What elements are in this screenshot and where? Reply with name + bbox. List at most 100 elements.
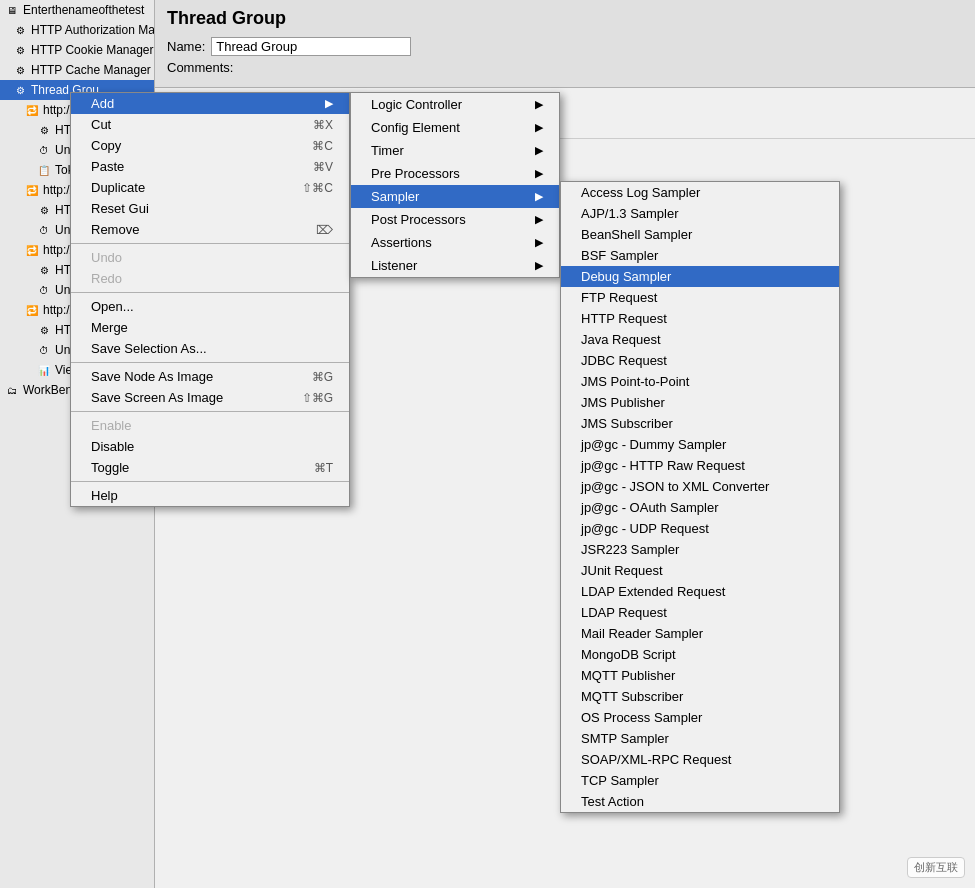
tree-icon: ⚙ (12, 22, 28, 38)
context-menu-item[interactable]: Reset Gui (71, 198, 349, 219)
submenu-item[interactable]: Assertions▶ (351, 231, 559, 254)
tree-icon: 🔁 (24, 242, 40, 258)
context-menu-item[interactable]: Paste⌘V (71, 156, 349, 177)
context-menu-item: Undo (71, 247, 349, 268)
name-input[interactable] (211, 37, 411, 56)
sampler-item[interactable]: MongoDB Script (561, 644, 839, 665)
context-menu-item[interactable]: Toggle⌘T (71, 457, 349, 478)
tree-item[interactable]: ⚙HTTP Cookie Manager (0, 40, 154, 60)
sampler-item[interactable]: BeanShell Sampler (561, 224, 839, 245)
context-menu-item[interactable]: Save Node As Image⌘G (71, 366, 349, 387)
shortcut: ⌘C (312, 139, 333, 153)
sampler-item[interactable]: MQTT Subscriber (561, 686, 839, 707)
sampler-item[interactable]: JUnit Request (561, 560, 839, 581)
sampler-item[interactable]: FTP Request (561, 287, 839, 308)
context-menu-item[interactable]: Open... (71, 296, 349, 317)
submenu-item[interactable]: Timer▶ (351, 139, 559, 162)
panel-header: Thread Group Name: Comments: (155, 0, 975, 88)
sampler-item[interactable]: Java Request (561, 329, 839, 350)
sampler-item[interactable]: MQTT Publisher (561, 665, 839, 686)
context-menu-item[interactable]: Add▶ (71, 93, 349, 114)
sampler-item[interactable]: JMS Subscriber (561, 413, 839, 434)
sampler-item[interactable]: jp@gc - JSON to XML Converter (561, 476, 839, 497)
menu-item-label: Copy (91, 138, 121, 153)
tree-icon: 📋 (36, 162, 52, 178)
submenu-item[interactable]: Listener▶ (351, 254, 559, 277)
menu-item-label: Toggle (91, 460, 129, 475)
sampler-label: jp@gc - Dummy Sampler (581, 437, 726, 452)
sampler-item[interactable]: Debug Sampler (561, 266, 839, 287)
context-menu-item[interactable]: Cut⌘X (71, 114, 349, 135)
context-menu-item: Enable (71, 415, 349, 436)
sampler-item[interactable]: OS Process Sampler (561, 707, 839, 728)
menu-item-label: Remove (91, 222, 139, 237)
menu-item-label: Merge (91, 320, 128, 335)
sampler-label: jp@gc - JSON to XML Converter (581, 479, 769, 494)
tree-item[interactable]: ⚙HTTP Authorization Manager (0, 20, 154, 40)
sampler-item[interactable]: Mail Reader Sampler (561, 623, 839, 644)
submenu-item[interactable]: Config Element▶ (351, 116, 559, 139)
context-menu-item[interactable]: Copy ⌘C (71, 135, 349, 156)
menu-separator (71, 362, 349, 363)
sampler-label: Access Log Sampler (581, 185, 700, 200)
context-menu-item[interactable]: Merge (71, 317, 349, 338)
tree-label: Enterthenameofthetest (23, 3, 144, 17)
sampler-item[interactable]: JMS Publisher (561, 392, 839, 413)
arrow-icon: ▶ (535, 121, 543, 134)
submenu-label: Sampler (371, 189, 419, 204)
name-label: Name: (167, 39, 205, 54)
arrow-icon: ▶ (535, 98, 543, 111)
context-menu-item[interactable]: Remove⌦ (71, 219, 349, 240)
sampler-item[interactable]: LDAP Extended Request (561, 581, 839, 602)
tree-icon: ⚙ (36, 322, 52, 338)
sampler-item[interactable]: jp@gc - HTTP Raw Request (561, 455, 839, 476)
sampler-label: TCP Sampler (581, 773, 659, 788)
menu-separator (71, 292, 349, 293)
sampler-label: AJP/1.3 Sampler (581, 206, 679, 221)
sampler-item[interactable]: jp@gc - Dummy Sampler (561, 434, 839, 455)
sampler-item[interactable]: AJP/1.3 Sampler (561, 203, 839, 224)
sampler-item[interactable]: TCP Sampler (561, 770, 839, 791)
sampler-label: MQTT Subscriber (581, 689, 683, 704)
tree-icon: ⏱ (36, 342, 52, 358)
tree-icon: ⏱ (36, 222, 52, 238)
submenu-item[interactable]: Post Processors▶ (351, 208, 559, 231)
sampler-item[interactable]: JSR223 Sampler (561, 539, 839, 560)
sampler-label: MQTT Publisher (581, 668, 675, 683)
sampler-item[interactable]: jp@gc - OAuth Sampler (561, 497, 839, 518)
submenu-item[interactable]: Sampler▶ (351, 185, 559, 208)
context-menu-item[interactable]: Help (71, 485, 349, 506)
name-row: Name: (167, 37, 963, 56)
sampler-item[interactable]: Test Action (561, 791, 839, 812)
submenu-label: Listener (371, 258, 417, 273)
arrow-icon: ▶ (535, 167, 543, 180)
sampler-item[interactable]: LDAP Request (561, 602, 839, 623)
sampler-label: JMS Subscriber (581, 416, 673, 431)
menu-item-label: Duplicate (91, 180, 145, 195)
sampler-item[interactable]: HTTP Request (561, 308, 839, 329)
context-menu-item[interactable]: Save Screen As Image⇧⌘G (71, 387, 349, 408)
sampler-item[interactable]: JDBC Request (561, 350, 839, 371)
sampler-item[interactable]: BSF Sampler (561, 245, 839, 266)
context-menu-item[interactable]: Disable (71, 436, 349, 457)
arrow-icon: ▶ (535, 213, 543, 226)
context-menu-item[interactable]: Duplicate ⇧⌘C (71, 177, 349, 198)
comments-label: Comments: (167, 60, 233, 75)
submenu-item[interactable]: Logic Controller▶ (351, 93, 559, 116)
submenu-item[interactable]: Pre Processors▶ (351, 162, 559, 185)
sampler-item[interactable]: SOAP/XML-RPC Request (561, 749, 839, 770)
shortcut: ⇧⌘C (302, 181, 333, 195)
sampler-item[interactable]: SMTP Sampler (561, 728, 839, 749)
add-submenu: Logic Controller▶Config Element▶Timer▶Pr… (350, 92, 560, 278)
sampler-label: JMS Point-to-Point (581, 374, 689, 389)
tree-item[interactable]: 🖥Enterthenameofthetest (0, 0, 154, 20)
sampler-label: JDBC Request (581, 353, 667, 368)
context-menu-item[interactable]: Save Selection As... (71, 338, 349, 359)
menu-separator (71, 411, 349, 412)
tree-label: HTTP Cache Manager (31, 63, 151, 77)
tree-item[interactable]: ⚙HTTP Cache Manager (0, 60, 154, 80)
sampler-item[interactable]: Access Log Sampler (561, 182, 839, 203)
tree-icon: ⚙ (36, 262, 52, 278)
sampler-item[interactable]: jp@gc - UDP Request (561, 518, 839, 539)
sampler-item[interactable]: JMS Point-to-Point (561, 371, 839, 392)
